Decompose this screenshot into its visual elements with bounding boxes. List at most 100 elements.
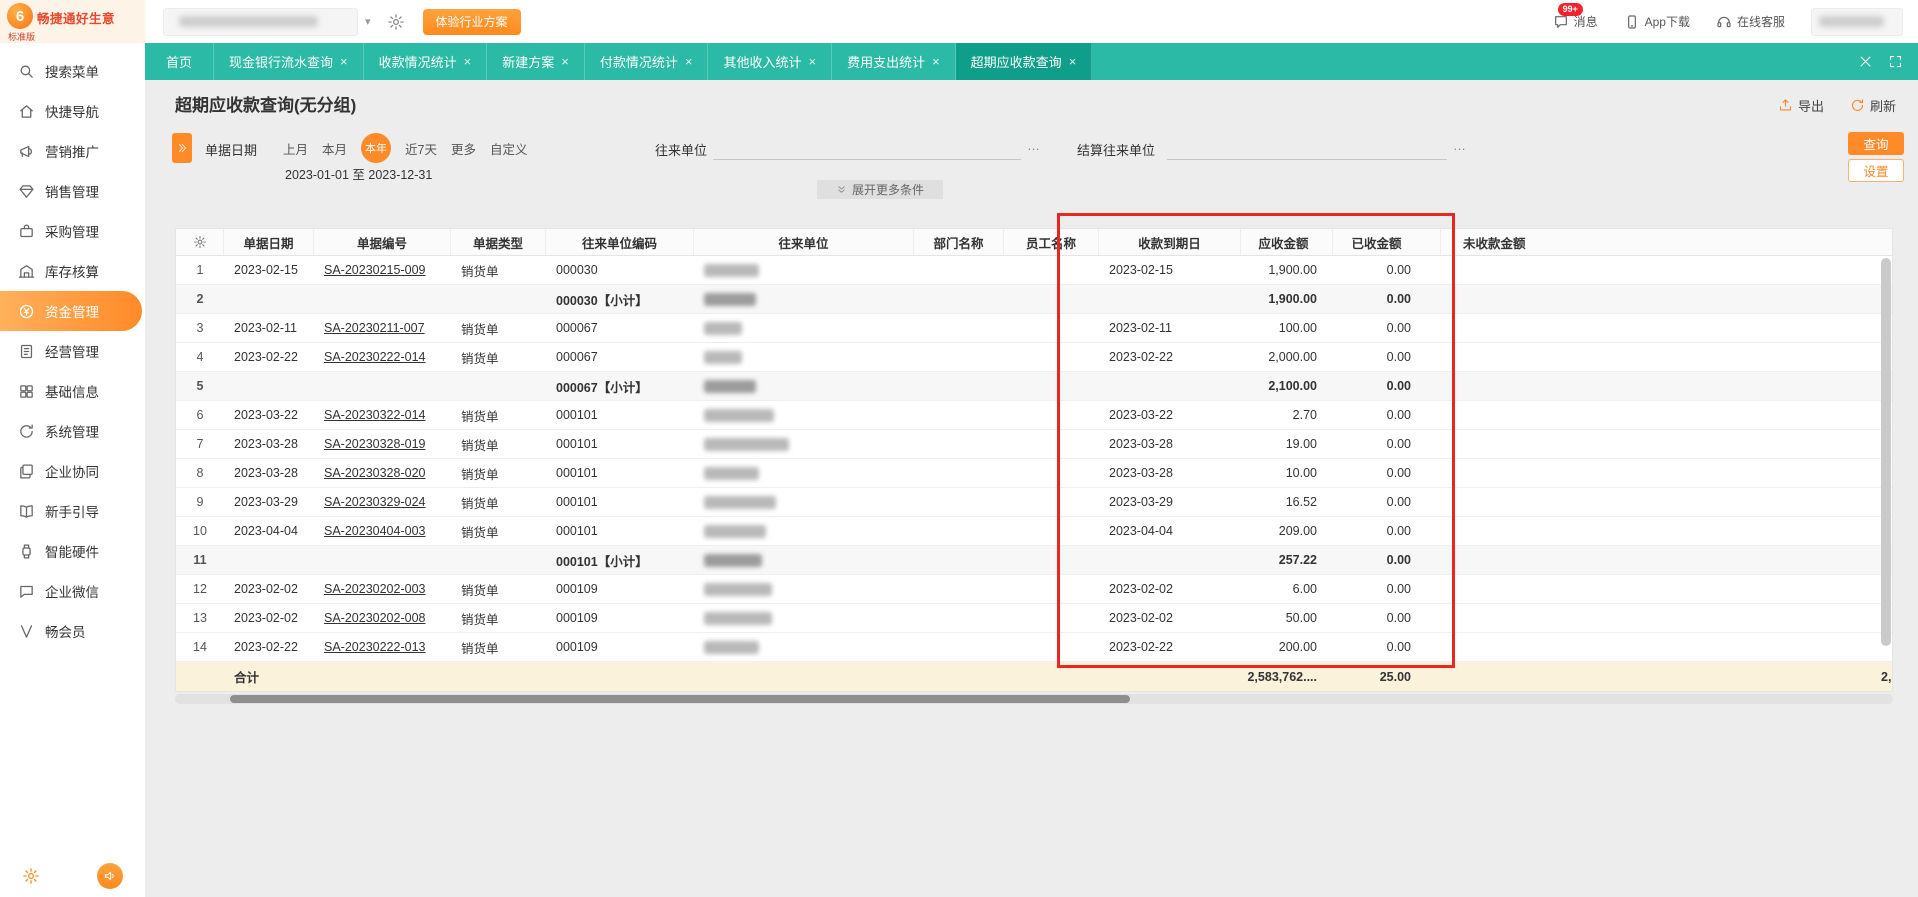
table-row[interactable]: 1 2023-02-15 SA-20230215-009 销货单 000030 2023-… [176,256,1892,285]
column-header-单据编号[interactable]: 单据编号 [314,229,451,255]
sidebar-item-搜索菜单[interactable]: 搜索菜单 [0,51,145,91]
quick-date-上月[interactable]: 上月 [283,139,308,158]
close-all-tabs-icon[interactable] [1858,54,1873,69]
tab-超期应收款查询[interactable]: 超期应收款查询 × [955,43,1093,80]
partner-input[interactable] [713,136,1021,160]
tab-收款情况统计[interactable]: 收款情况统计 × [364,43,488,80]
column-header-已收金额[interactable]: 已收金额 [1333,229,1441,255]
doc-no-link[interactable]: SA-20230222-014 [324,350,425,364]
table-row[interactable]: 3 2023-02-11 SA-20230211-007 销货单 000067 2023-… [176,314,1892,343]
table-row[interactable]: 14 2023-02-22 SA-20230222-013 销货单 000109 2023… [176,633,1892,662]
table-row[interactable]: 10 2023-04-04 SA-20230404-003 销货单 000101 2023… [176,517,1892,546]
date-range-value[interactable]: 2023-01-01 至 2023-12-31 [285,164,432,183]
tab-新建方案[interactable]: 新建方案 × [487,43,585,80]
column-settings-button[interactable] [176,229,224,255]
tab-close-icon[interactable]: × [808,54,816,69]
doc-no-link[interactable]: SA-20230329-024 [324,495,425,509]
column-header-往来单位编码[interactable]: 往来单位编码 [546,229,694,255]
sidebar-item-畅会员[interactable]: 畅会员 [0,611,145,651]
table-row[interactable]: 13 2023-02-02 SA-20230202-008 销货单 000109 2023… [176,604,1892,633]
user-info-blurred[interactable] [1811,7,1903,36]
blurred-partner-name [704,379,756,393]
sidebar-item-企业协同[interactable]: 企业协同 [0,451,145,491]
quick-date-本年[interactable]: 本年 [361,133,392,163]
tab-close-icon[interactable]: × [561,54,569,69]
doc-no-link[interactable]: SA-20230222-013 [324,640,425,654]
app-download-button[interactable]: App下载 [1624,13,1690,30]
sidebar-item-企业微信[interactable]: 企业微信 [0,571,145,611]
sidebar-item-销售管理[interactable]: 销售管理 [0,171,145,211]
column-header-未收款金额[interactable]: 未收款金额 [1441,229,1892,255]
trial-plan-button[interactable]: 体验行业方案 [422,8,521,35]
doc-no-link[interactable]: SA-20230328-019 [324,437,425,451]
tab-付款情况统计[interactable]: 付款情况统计 × [585,43,709,80]
table-row[interactable]: 5 000067【小计】 2,100.00 0.00 [176,372,1892,401]
settings-gear-icon[interactable] [22,867,40,885]
doc-no-link[interactable]: SA-20230211-007 [324,321,425,335]
doc-no-link[interactable]: SA-20230404-003 [324,524,425,538]
sidebar-item-新手引导[interactable]: 新手引导 [0,491,145,531]
refresh-button[interactable]: 刷新 [1850,96,1896,115]
filter-settings-button[interactable]: 设置 [1848,159,1904,182]
online-support-button[interactable]: 在线客服 [1716,13,1785,30]
table-row[interactable]: 7 2023-03-28 SA-20230328-019 销货单 000101 2023-… [176,430,1892,459]
doc-no-link[interactable]: SA-20230322-014 [324,408,425,422]
column-header-应收金额[interactable]: 应收金额 [1241,229,1333,255]
tab-close-icon[interactable]: × [340,54,348,69]
quick-date-自定义[interactable]: 自定义 [490,139,528,158]
column-header-往来单位[interactable]: 往来单位 [694,229,914,255]
column-header-收款到期日[interactable]: 收款到期日 [1099,229,1241,255]
announcement-button[interactable] [97,863,123,889]
org-selector[interactable]: ▾ [163,7,371,36]
export-button[interactable]: 导出 [1778,96,1824,115]
quick-date-本月[interactable]: 本月 [322,139,347,158]
sidebar-item-智能硬件[interactable]: 智能硬件 [0,531,145,571]
partner-picker-dots[interactable]: … [1027,138,1041,153]
tab-现金银行流水查询[interactable]: 现金银行流水查询 × [214,43,364,80]
table-row[interactable]: 4 2023-02-22 SA-20230222-014 销货单 000067 2023-… [176,343,1892,372]
table-row[interactable]: 9 2023-03-29 SA-20230329-024 销货单 000101 2023-… [176,488,1892,517]
sidebar-item-系统管理[interactable]: 系统管理 [0,411,145,451]
sidebar-item-基础信息[interactable]: 基础信息 [0,371,145,411]
expand-more-conditions[interactable]: 展开更多条件 [817,180,943,199]
collapse-filter-button[interactable] [172,133,192,163]
doc-no-link[interactable]: SA-20230215-009 [324,263,425,277]
doc-no-link[interactable]: SA-20230328-020 [324,466,425,480]
settle-partner-picker-dots[interactable]: … [1453,138,1467,153]
table-row[interactable]: 12 2023-02-02 SA-20230202-003 销货单 000109 2023… [176,575,1892,604]
table-row[interactable]: 8 2023-03-28 SA-20230328-020 销货单 000101 2023-… [176,459,1892,488]
sidebar-item-营销推广[interactable]: 营销推广 [0,131,145,171]
table-row[interactable]: 6 2023-03-22 SA-20230322-014 销货单 000101 2023-… [176,401,1892,430]
tab-close-icon[interactable]: × [932,54,940,69]
query-button[interactable]: 查询 [1848,132,1904,155]
horizontal-scrollbar-track[interactable] [175,694,1893,704]
sidebar-item-快捷导航[interactable]: 快捷导航 [0,91,145,131]
sidebar-item-库存核算[interactable]: 库存核算 [0,251,145,291]
tab-home[interactable]: 首页 [145,43,215,80]
tab-close-icon[interactable]: × [1069,54,1077,69]
fullscreen-icon[interactable] [1888,54,1903,69]
column-header-单据类型[interactable]: 单据类型 [451,229,546,255]
column-header-员工名称[interactable]: 员工名称 [1004,229,1099,255]
table-row[interactable]: 2 000030【小计】 1,900.00 0.00 [176,285,1892,314]
messages-button[interactable]: 99+ 消息 [1553,3,1598,30]
sidebar-item-经营管理[interactable]: 经营管理 [0,331,145,371]
column-header-单据日期[interactable]: 单据日期 [224,229,314,255]
tab-其他收入统计[interactable]: 其他收入统计 × [708,43,833,80]
quick-date-近7天[interactable]: 近7天 [405,139,437,158]
tab-close-icon[interactable]: × [464,54,472,69]
sidebar-item-label: 搜索菜单 [45,65,99,80]
quick-date-更多[interactable]: 更多 [451,139,476,158]
vertical-scrollbar[interactable] [1881,258,1891,646]
tab-close-icon[interactable]: × [685,54,693,69]
tab-费用支出统计[interactable]: 费用支出统计 × [832,43,956,80]
settle-partner-input[interactable] [1167,136,1447,160]
doc-no-link[interactable]: SA-20230202-003 [324,582,425,596]
sidebar-item-资金管理[interactable]: 资金管理 [0,291,142,331]
horizontal-scrollbar-thumb[interactable] [230,695,1130,703]
doc-no-link[interactable]: SA-20230202-008 [324,611,425,625]
table-row[interactable]: 11 000101【小计】 257.22 0.00 [176,546,1892,575]
column-header-部门名称[interactable]: 部门名称 [914,229,1004,255]
topbar-gear-icon[interactable] [387,13,405,31]
sidebar-item-采购管理[interactable]: 采购管理 [0,211,145,251]
